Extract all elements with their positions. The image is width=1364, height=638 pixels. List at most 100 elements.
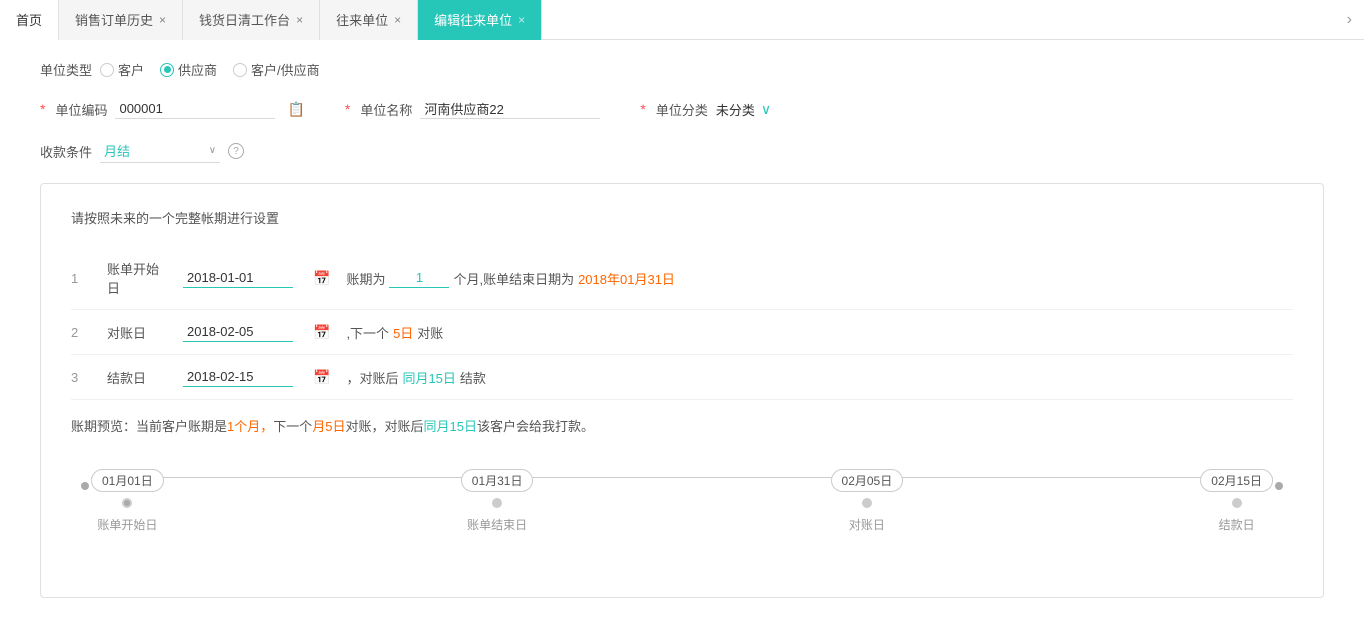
preview-prefix: 账期预览：当前客户账期是 — [71, 419, 227, 434]
tab-partner-units-label: 往来单位 — [336, 10, 388, 29]
row-3-num: 3 — [71, 370, 91, 385]
unit-name-field: * 单位名称 — [345, 99, 600, 119]
row-2-date-input[interactable] — [183, 322, 293, 342]
unit-code-star: * — [40, 101, 45, 117]
row-1-date-input[interactable] — [183, 268, 293, 288]
category-dropdown-icon[interactable]: ∨ — [761, 101, 771, 118]
timeline-label-3: 对账日 — [849, 516, 885, 533]
unit-category-star: * — [640, 101, 645, 117]
help-icon[interactable]: ? — [228, 143, 244, 159]
unit-name-star: * — [345, 101, 350, 117]
row-2-desc: ,下一个5日对账 — [346, 323, 443, 342]
timeline-label-4: 结款日 — [1219, 516, 1255, 533]
radio-customer[interactable]: 客户 — [100, 60, 144, 79]
row-3-desc: ，对账后同月15日结款 — [346, 368, 486, 387]
unit-name-label: 单位名称 — [360, 100, 412, 119]
timeline-point-4: 02月15日 结款日 — [1200, 469, 1273, 533]
preview-text: 账期预览：当前客户账期是1个月，下一个月5日对账，对账后同月15日该客户会给我打… — [71, 400, 1293, 435]
radio-customer-label: 客户 — [118, 60, 144, 79]
preview-reconcile-prefix: 下一个 — [273, 419, 312, 434]
timeline: 01月01日 账单开始日 01月31日 账单结束日 02月05日 对账日 02月… — [71, 459, 1293, 573]
radio-both[interactable]: 客户/供应商 — [233, 60, 320, 79]
preview-payment-suffix: 该客户会给我打款。 — [477, 419, 594, 434]
row-2-calendar-icon[interactable]: 📅 — [313, 324, 330, 341]
tab-home[interactable]: 首页 — [0, 0, 59, 40]
tab-edit-partner-label: 编辑往来单位 — [434, 10, 512, 29]
period-input[interactable] — [389, 268, 449, 288]
panel-hint: 请按照未来的一个完整帐期进行设置 — [71, 208, 1293, 227]
unit-type-field: 单位类型 客户 供应商 客户/供应商 — [40, 60, 320, 79]
timeline-label-2: 账单结束日 — [467, 516, 527, 533]
timeline-point-1: 01月01日 账单开始日 — [91, 469, 164, 533]
unit-category-field: * 单位分类 未分类 ∨ — [640, 100, 771, 119]
timeline-dot-3 — [862, 498, 872, 508]
copy-icon[interactable]: 📋 — [287, 101, 304, 118]
row-3-date-input[interactable] — [183, 367, 293, 387]
unit-info-row: * 单位编码 📋 * 单位名称 * 单位分类 未分类 ∨ — [40, 99, 1324, 119]
row-1-period-label: 账期为 — [346, 269, 385, 288]
tab-partner-units-close[interactable]: × — [394, 13, 401, 27]
timeline-end-dot — [1275, 482, 1283, 490]
row-3-suffix: 结款 — [460, 368, 486, 387]
tab-partner-units[interactable]: 往来单位 × — [320, 0, 418, 40]
row-1-calendar-icon[interactable]: 📅 — [313, 270, 330, 287]
radio-customer-circle — [100, 63, 114, 77]
setting-row-1: 1 账单开始日 📅 账期为 个月,账单结束日期为 2018年01月31日 — [71, 247, 1293, 310]
tab-edit-partner[interactable]: 编辑往来单位 × — [418, 0, 542, 40]
row-3-highlight: 同月15日 — [402, 368, 455, 387]
tab-sales-history-close[interactable]: × — [159, 13, 166, 27]
radio-supplier-circle — [160, 63, 174, 77]
preview-reconcile-suffix: 对账，对账后 — [346, 419, 424, 434]
unit-category-select[interactable]: 未分类 ∨ — [716, 100, 771, 119]
unit-type-row: 单位类型 客户 供应商 客户/供应商 — [40, 60, 1324, 79]
setting-row-2: 2 对账日 📅 ,下一个5日对账 — [71, 310, 1293, 355]
unit-type-label: 单位类型 — [40, 60, 92, 79]
row-1-end-date: 2018年01月31日 — [578, 269, 675, 288]
unit-type-radio-group: 客户 供应商 客户/供应商 — [100, 60, 320, 79]
unit-code-input[interactable] — [115, 99, 275, 119]
row-1-num: 1 — [71, 271, 91, 286]
timeline-dot-2 — [492, 498, 502, 508]
tab-sales-history-label: 销售订单历史 — [75, 10, 153, 29]
unit-name-input[interactable] — [420, 99, 600, 119]
setting-row-3: 3 结款日 📅 ，对账后同月15日结款 — [71, 355, 1293, 400]
unit-code-field: * 单位编码 📋 — [40, 99, 305, 119]
timeline-tag-2: 01月31日 — [461, 469, 534, 492]
preview-reconcile-highlight: 月5日 — [312, 419, 345, 434]
row-1-label: 账单开始日 — [107, 259, 167, 297]
main-content: 单位类型 客户 供应商 客户/供应商 * 单位编码 — [0, 40, 1364, 638]
row-2-suffix: 对账 — [417, 323, 443, 342]
timeline-tag-3: 02月05日 — [831, 469, 904, 492]
timeline-points: 01月01日 账单开始日 01月31日 账单结束日 02月05日 对账日 02月… — [91, 469, 1273, 533]
radio-supplier[interactable]: 供应商 — [160, 60, 217, 79]
tab-cash-workbench[interactable]: 钱货日清工作台 × — [183, 0, 320, 40]
settings-panel: 请按照未来的一个完整帐期进行设置 1 账单开始日 📅 账期为 个月,账单结束日期… — [40, 183, 1324, 598]
timeline-label-1: 账单开始日 — [97, 516, 157, 533]
timeline-dot-4 — [1232, 498, 1242, 508]
tab-cash-workbench-label: 钱货日清工作台 — [199, 10, 290, 29]
row-3-prefix: ，对账后 — [346, 368, 398, 387]
row-2-highlight: 5日 — [393, 323, 413, 342]
radio-both-label: 客户/供应商 — [251, 60, 320, 79]
timeline-dot-1 — [122, 498, 132, 508]
row-3-calendar-icon[interactable]: 📅 — [313, 369, 330, 386]
unit-category-label: 单位分类 — [656, 100, 708, 119]
payment-condition-row: 收款条件 月结 ∨ ? — [40, 139, 1324, 163]
payment-condition-arrow: ∨ — [209, 145, 216, 156]
tab-sales-history[interactable]: 销售订单历史 × — [59, 0, 183, 40]
tab-edit-partner-close[interactable]: × — [518, 13, 525, 27]
row-1-period-unit: 个月,账单结束日期为 — [453, 269, 574, 288]
payment-condition-label: 收款条件 — [40, 142, 92, 161]
tab-more-button[interactable]: › — [1335, 0, 1364, 40]
preview-payment-highlight: 同月15日 — [424, 419, 477, 434]
timeline-tag-1: 01月01日 — [91, 469, 164, 492]
tab-cash-workbench-close[interactable]: × — [296, 13, 303, 27]
timeline-tag-4: 02月15日 — [1200, 469, 1273, 492]
row-2-num: 2 — [71, 325, 91, 340]
row-2-prefix: ,下一个 — [346, 323, 389, 342]
radio-both-circle — [233, 63, 247, 77]
payment-condition-select[interactable]: 月结 ∨ — [100, 139, 220, 163]
timeline-start-dot — [81, 482, 89, 490]
row-2-label: 对账日 — [107, 323, 167, 342]
preview-period: 1个月， — [227, 419, 273, 434]
